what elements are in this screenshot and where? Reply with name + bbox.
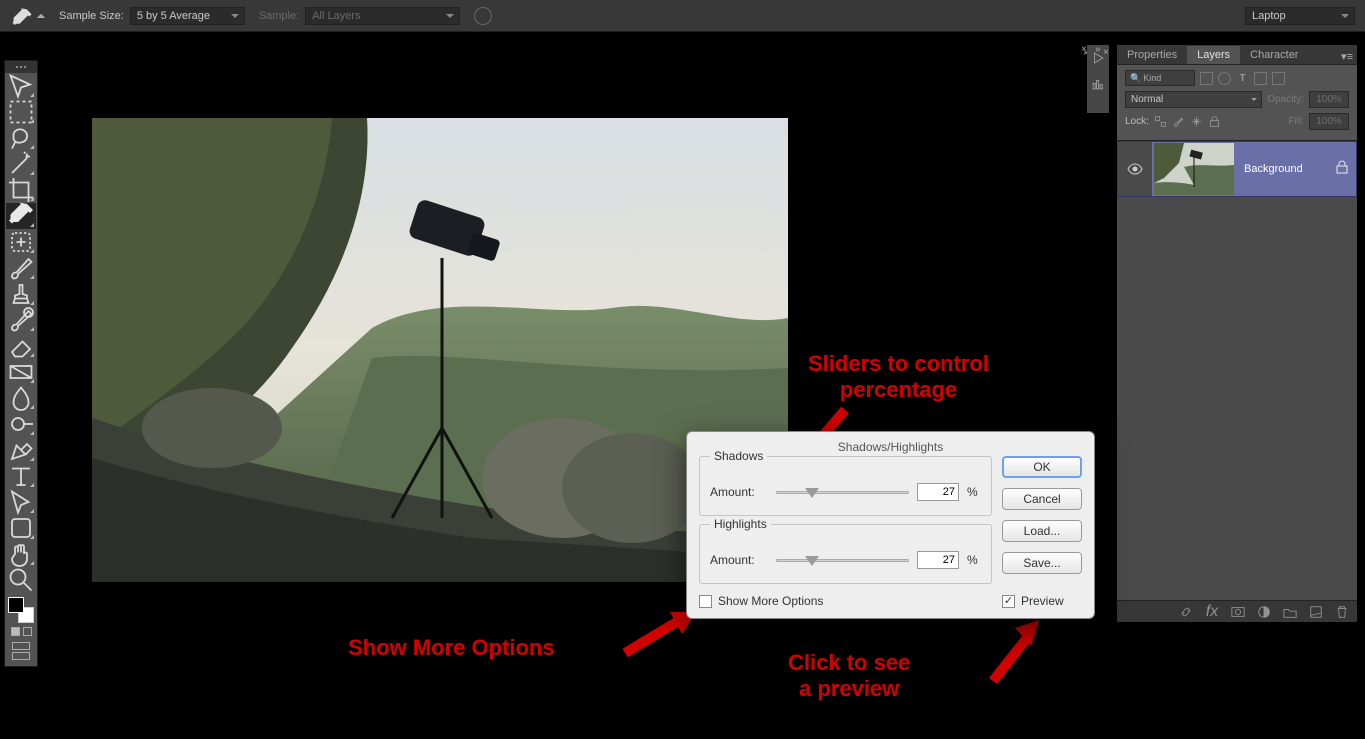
ok-button[interactable]: OK <box>1002 456 1082 478</box>
lock-pixels-icon[interactable] <box>1172 115 1185 128</box>
hand-tool[interactable] <box>6 541 36 567</box>
tools-panel <box>4 60 38 667</box>
move-tool[interactable] <box>6 73 36 99</box>
new-layer-icon[interactable] <box>1309 605 1323 619</box>
magic-wand-tool[interactable] <box>6 151 36 177</box>
shadows-amount-input[interactable] <box>917 483 959 501</box>
show-more-label: Show More Options <box>718 594 823 608</box>
type-tool[interactable] <box>6 463 36 489</box>
document-canvas[interactable] <box>92 118 788 582</box>
annotation-preview: Click to see a preview <box>788 650 910 703</box>
fill-label: Fill: <box>1288 116 1304 127</box>
panel-tabs: × Properties Layers Character ▾≡ <box>1117 45 1357 65</box>
eraser-tool[interactable] <box>6 333 36 359</box>
eyedropper-icon[interactable] <box>10 7 34 25</box>
group-icon[interactable] <box>1283 605 1297 619</box>
clone-stamp-tool[interactable] <box>6 281 36 307</box>
sample-size-select[interactable]: 5 by 5 Average <box>130 7 245 25</box>
percent-unit: % <box>967 553 981 567</box>
brush-tool[interactable] <box>6 255 36 281</box>
layer-filter-kind[interactable]: 🔍Kind <box>1125 70 1195 86</box>
filter-pixel-icon[interactable] <box>1200 72 1213 85</box>
link-layers-icon[interactable] <box>1179 605 1193 619</box>
save-button[interactable]: Save... <box>1002 552 1082 574</box>
sample-label: Sample: <box>259 10 299 22</box>
workspace-select[interactable]: Laptop <box>1245 7 1355 25</box>
filter-smart-icon[interactable] <box>1272 72 1285 85</box>
show-more-checkbox[interactable] <box>699 595 712 608</box>
adjustment-layer-icon[interactable] <box>1257 605 1271 619</box>
sample-select: All Layers <box>305 7 460 25</box>
highlights-group: Highlights Amount: % <box>699 524 992 584</box>
shape-tool[interactable] <box>6 515 36 541</box>
lock-all-icon[interactable] <box>1208 115 1221 128</box>
color-swatches[interactable] <box>8 597 34 623</box>
pen-tool[interactable] <box>6 437 36 463</box>
crop-tool[interactable] <box>6 177 36 203</box>
gradient-tool[interactable] <box>6 359 36 385</box>
panel-close-icon[interactable]: × <box>1103 47 1109 58</box>
layers-panel: ×» × Properties Layers Character ▾≡ 🔍Kin… <box>1117 45 1357 622</box>
shadows-group: Shadows Amount: % <box>699 456 992 516</box>
percent-unit: % <box>967 485 981 499</box>
lock-transparency-icon[interactable] <box>1154 115 1167 128</box>
lasso-tool[interactable] <box>6 125 36 151</box>
preview-label: Preview <box>1021 594 1064 608</box>
cancel-button[interactable]: Cancel <box>1002 488 1082 510</box>
tab-character[interactable]: Character <box>1240 46 1308 64</box>
shadows-legend: Shadows <box>710 449 767 463</box>
opacity-label: Opacity: <box>1267 94 1304 105</box>
history-brush-tool[interactable] <box>6 307 36 333</box>
filter-adjust-icon[interactable] <box>1218 72 1231 85</box>
path-selection-tool[interactable] <box>6 489 36 515</box>
quick-mask-toggle[interactable] <box>11 627 32 636</box>
panel-menu-icon[interactable]: ▾≡ <box>1341 50 1353 63</box>
opacity-value[interactable]: 100% <box>1309 91 1349 108</box>
layer-lock-icon <box>1336 160 1356 179</box>
annotation-show-more: Show More Options <box>348 635 555 661</box>
highlights-amount-input[interactable] <box>917 551 959 569</box>
layer-thumbnail[interactable] <box>1154 143 1234 195</box>
shadows-slider[interactable] <box>776 486 909 498</box>
layer-name[interactable]: Background <box>1236 163 1336 175</box>
eyedropper-tool[interactable] <box>6 203 36 229</box>
visibility-icon[interactable] <box>1118 142 1152 196</box>
marquee-tool[interactable] <box>6 99 36 125</box>
dodge-tool[interactable] <box>6 411 36 437</box>
lock-position-icon[interactable] <box>1190 115 1203 128</box>
highlights-legend: Highlights <box>710 517 771 531</box>
arrow-to-preview <box>985 616 1045 686</box>
sample-size-label: Sample Size: <box>59 10 124 22</box>
healing-brush-tool[interactable] <box>6 229 36 255</box>
layer-style-icon[interactable]: fx <box>1205 605 1219 619</box>
layer-mask-icon[interactable] <box>1231 605 1245 619</box>
filter-shape-icon[interactable] <box>1254 72 1267 85</box>
screen-mode-toggle[interactable] <box>12 642 30 660</box>
delete-layer-icon[interactable] <box>1335 605 1349 619</box>
fill-value[interactable]: 100% <box>1309 113 1349 130</box>
zoom-tool[interactable] <box>6 567 36 593</box>
layers-footer: fx <box>1117 600 1357 622</box>
sample-ring-button[interactable] <box>474 7 492 25</box>
tool-preset-arrow[interactable] <box>37 14 45 18</box>
annotation-sliders: Sliders to control percentage <box>808 351 989 404</box>
load-button[interactable]: Load... <box>1002 520 1082 542</box>
options-bar: Sample Size: 5 by 5 Average Sample: All … <box>0 0 1365 32</box>
tab-layers[interactable]: Layers <box>1187 46 1240 64</box>
highlights-slider[interactable] <box>776 554 909 566</box>
tab-properties[interactable]: Properties <box>1117 46 1187 64</box>
blur-tool[interactable] <box>6 385 36 411</box>
shadows-amount-label: Amount: <box>710 485 768 499</box>
filter-type-icon[interactable]: T <box>1236 72 1249 85</box>
layer-list: Background <box>1117 140 1357 600</box>
preview-checkbox[interactable] <box>1002 595 1015 608</box>
layer-row-background[interactable]: Background <box>1117 141 1357 197</box>
lock-label: Lock: <box>1125 116 1149 127</box>
blend-mode-select[interactable]: Normal <box>1125 91 1262 108</box>
shadows-highlights-dialog: Shadows/Highlights Shadows Amount: % Hig… <box>686 431 1095 619</box>
histogram-icon[interactable] <box>1091 77 1105 91</box>
highlights-amount-label: Amount: <box>710 553 768 567</box>
